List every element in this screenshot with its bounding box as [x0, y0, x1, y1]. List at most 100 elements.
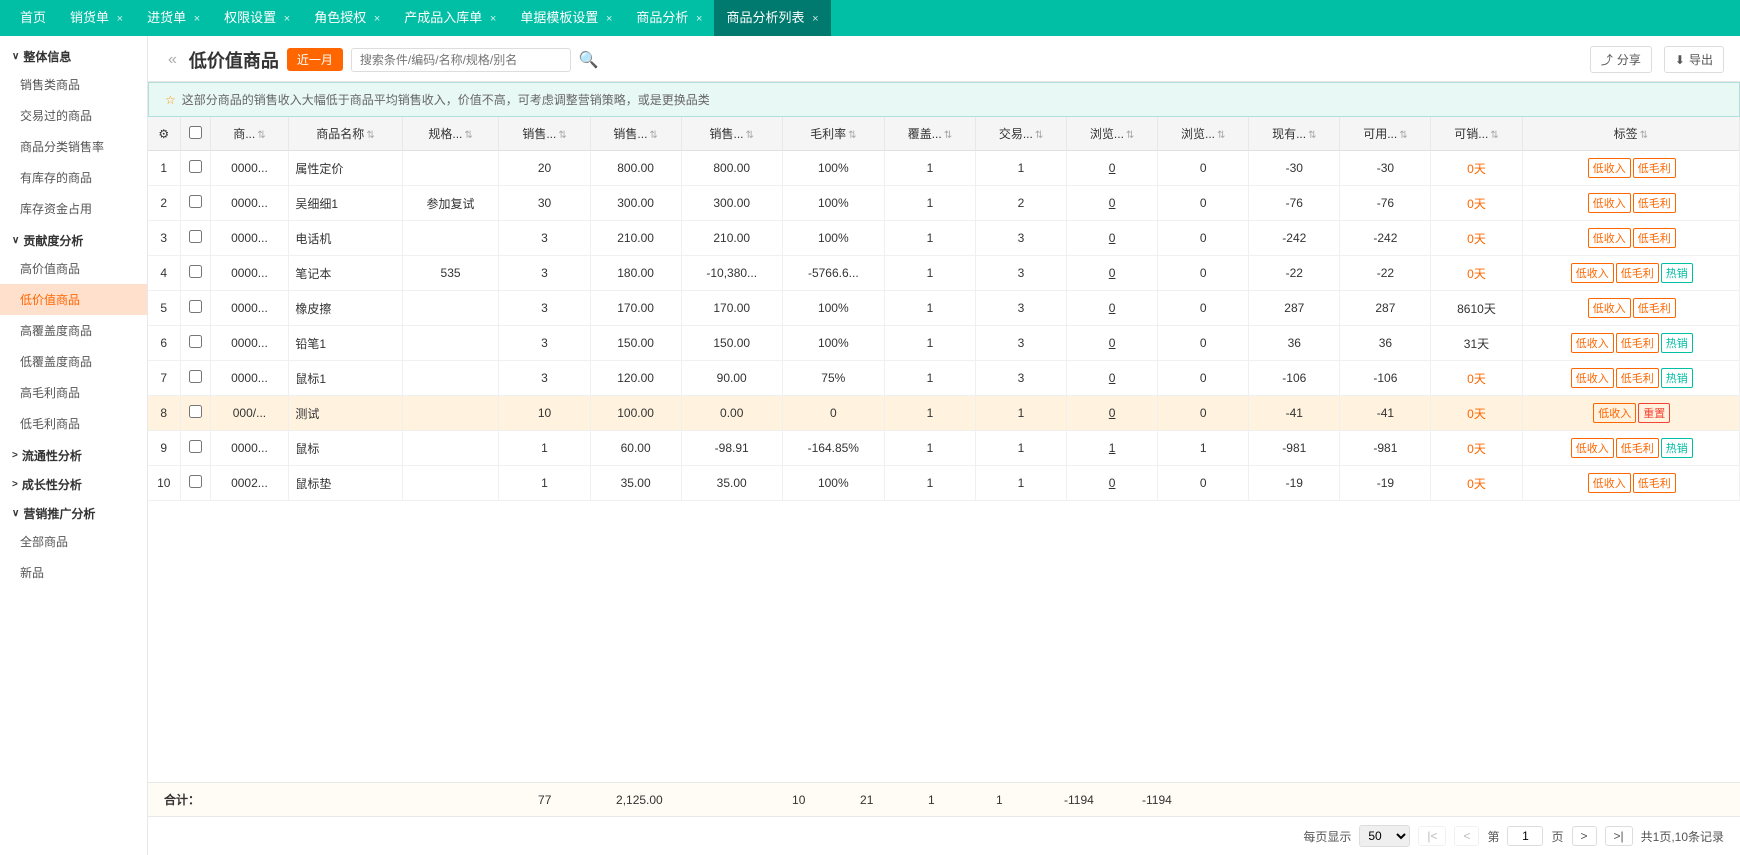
sidebar-item-new-products[interactable]: 新品 [0, 557, 147, 588]
cell-view1[interactable]: 0 [1067, 326, 1158, 361]
close-icon[interactable]: × [812, 13, 818, 25]
close-icon[interactable]: × [490, 13, 496, 25]
close-icon[interactable]: × [194, 13, 200, 25]
sidebar-item-in-stock[interactable]: 有库存的商品 [0, 162, 147, 193]
row-checkbox[interactable] [189, 440, 202, 453]
sidebar-item-low-value[interactable]: 低价值商品 [0, 284, 147, 315]
th-checkbox[interactable] [180, 117, 210, 151]
th-tags[interactable]: 标签⇅ [1522, 117, 1739, 151]
sidebar-item-capital[interactable]: 库存资金占用 [0, 193, 147, 224]
cell-view1[interactable]: 0 [1067, 291, 1158, 326]
sidebar-item-sales-products[interactable]: 销售类商品 [0, 69, 147, 100]
last-page-btn[interactable]: >| [1605, 826, 1633, 846]
close-icon[interactable]: × [606, 13, 612, 25]
th-s3[interactable]: 销售...⇅ [681, 117, 782, 151]
th-view1[interactable]: 浏览...⇅ [1067, 117, 1158, 151]
cell-check[interactable] [180, 326, 210, 361]
cell-view1[interactable]: 0 [1067, 361, 1158, 396]
cell-check[interactable] [180, 291, 210, 326]
sidebar-group-liquidity[interactable]: >流通性分析 [0, 439, 147, 468]
search-input[interactable] [351, 48, 571, 72]
nav-product-analysis[interactable]: 商品分析 × [624, 0, 714, 36]
nav-home[interactable]: 首页 [8, 0, 58, 36]
close-icon[interactable]: × [696, 13, 702, 25]
row-checkbox[interactable] [189, 335, 202, 348]
prev-page-btn[interactable]: < [1454, 826, 1479, 846]
sidebar-item-high-coverage[interactable]: 高覆盖度商品 [0, 315, 147, 346]
first-page-btn[interactable]: |< [1418, 826, 1446, 846]
share-button[interactable]: ⤴ 分享 [1590, 46, 1652, 73]
row-checkbox[interactable] [189, 265, 202, 278]
th-trade[interactable]: 交易...⇅ [975, 117, 1066, 151]
th-days[interactable]: 可销...⇅ [1431, 117, 1522, 151]
sidebar-group-marketing[interactable]: ∨营销推广分析 [0, 497, 147, 526]
th-stock[interactable]: 现有...⇅ [1249, 117, 1340, 151]
row-checkbox[interactable] [189, 370, 202, 383]
cell-avail: -41 [1340, 396, 1431, 431]
select-all-checkbox[interactable] [189, 126, 202, 139]
nav-roles[interactable]: 角色授权 × [302, 0, 392, 36]
cell-check[interactable] [180, 431, 210, 466]
cell-view1[interactable]: 0 [1067, 151, 1158, 186]
export-button[interactable]: ⬇ 导出 [1664, 46, 1724, 73]
th-name[interactable]: 商品名称⇅ [289, 117, 402, 151]
nav-template[interactable]: 单据模板设置 × [508, 0, 624, 36]
sidebar-group-growth[interactable]: >成长性分析 [0, 468, 147, 497]
th-avail[interactable]: 可用...⇅ [1340, 117, 1431, 151]
nav-sales[interactable]: 销货单 × [58, 0, 135, 36]
sidebar-item-high-value[interactable]: 高价值商品 [0, 253, 147, 284]
search-icon-btn[interactable]: 🔍 [579, 50, 599, 70]
page-header: « 低价值商品 近一月 🔍 ⤴ 分享 ⬇ 导出 [148, 36, 1740, 82]
sidebar-item-high-margin[interactable]: 高毛利商品 [0, 377, 147, 408]
row-checkbox[interactable] [189, 160, 202, 173]
sidebar-item-low-coverage[interactable]: 低覆盖度商品 [0, 346, 147, 377]
row-checkbox[interactable] [189, 195, 202, 208]
cell-check[interactable] [180, 361, 210, 396]
th-code[interactable]: 商...⇅ [210, 117, 289, 151]
sidebar-group-general[interactable]: ∨整体信息 [0, 40, 147, 69]
row-checkbox[interactable] [189, 230, 202, 243]
close-icon[interactable]: × [117, 13, 123, 25]
table-wrapper[interactable]: ⚙ 商...⇅ 商品名称⇅ 规格...⇅ 销售...⇅ 销售...⇅ 销售...… [148, 117, 1740, 782]
row-checkbox[interactable] [189, 300, 202, 313]
cell-check[interactable] [180, 466, 210, 501]
th-view2[interactable]: 浏览...⇅ [1158, 117, 1249, 151]
th-s1[interactable]: 销售...⇅ [499, 117, 590, 151]
sidebar-item-category-sales[interactable]: 商品分类销售率 [0, 131, 147, 162]
cell-check[interactable] [180, 396, 210, 431]
th-s2[interactable]: 销售...⇅ [590, 117, 681, 151]
filter-btn[interactable]: 近一月 [287, 48, 343, 71]
th-cov[interactable]: 覆盖...⇅ [884, 117, 975, 151]
close-icon[interactable]: × [284, 13, 290, 25]
nav-product-list[interactable]: 商品分析列表 × [714, 0, 830, 36]
cell-view1[interactable]: 0 [1067, 256, 1158, 291]
cell-view1[interactable]: 0 [1067, 221, 1158, 256]
cell-view1[interactable]: 0 [1067, 466, 1158, 501]
cell-check[interactable] [180, 256, 210, 291]
close-icon[interactable]: × [374, 13, 380, 25]
cell-view1[interactable]: 1 [1067, 431, 1158, 466]
row-checkbox[interactable] [189, 405, 202, 418]
th-gross[interactable]: 毛利率⇅ [782, 117, 884, 151]
cell-check[interactable] [180, 221, 210, 256]
nav-purchase[interactable]: 进货单 × [135, 0, 212, 36]
sidebar-item-all-products[interactable]: 全部商品 [0, 526, 147, 557]
cell-view1[interactable]: 0 [1067, 186, 1158, 221]
page-input[interactable] [1507, 826, 1543, 846]
cell-check[interactable] [180, 186, 210, 221]
next-page-btn[interactable]: > [1572, 826, 1597, 846]
sidebar-item-traded[interactable]: 交易过的商品 [0, 100, 147, 131]
row-checkbox[interactable] [189, 475, 202, 488]
sidebar-group-contribution[interactable]: ∨贡献度分析 [0, 224, 147, 253]
per-page-select[interactable]: 50 100 200 [1359, 825, 1410, 847]
sidebar-item-low-margin[interactable]: 低毛利商品 [0, 408, 147, 439]
cell-view1[interactable]: 0 [1067, 396, 1158, 431]
th-settings[interactable]: ⚙ [148, 117, 180, 151]
nav-inventory[interactable]: 产成品入库单 × [392, 0, 508, 36]
cell-check[interactable] [180, 151, 210, 186]
sidebar-collapse-btn[interactable]: « [164, 51, 181, 69]
cell-spec: 535 [402, 256, 499, 291]
table-header-row: ⚙ 商...⇅ 商品名称⇅ 规格...⇅ 销售...⇅ 销售...⇅ 销售...… [148, 117, 1740, 151]
nav-permissions[interactable]: 权限设置 × [212, 0, 302, 36]
th-spec[interactable]: 规格...⇅ [402, 117, 499, 151]
